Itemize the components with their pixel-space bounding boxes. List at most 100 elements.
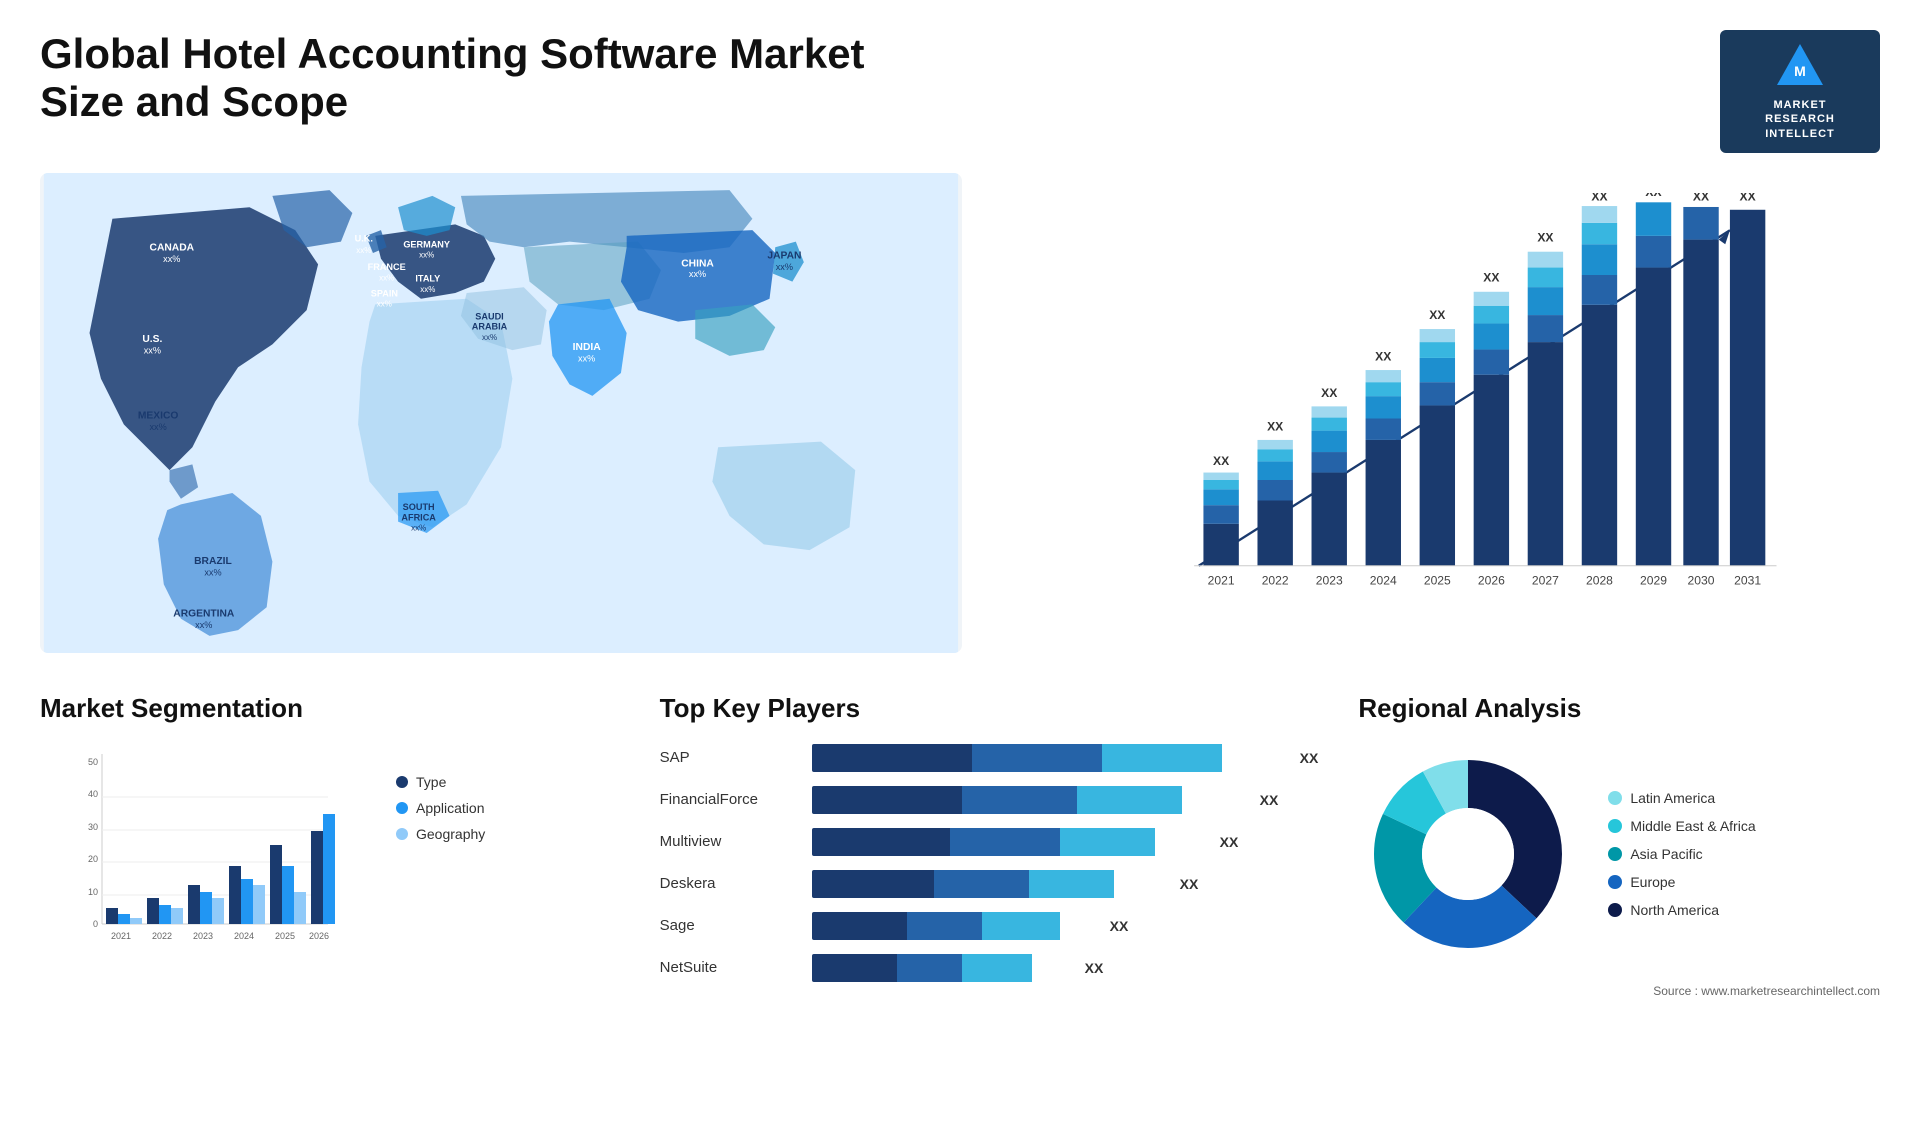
svg-text:SAUDI: SAUDI: [475, 311, 503, 321]
svg-text:xx%: xx%: [578, 353, 595, 363]
svg-text:INDIA: INDIA: [573, 342, 602, 353]
svg-text:xx%: xx%: [776, 262, 793, 272]
latin-america-dot: [1608, 791, 1622, 805]
player-val-ns: XX: [1085, 960, 1104, 976]
application-dot: [396, 802, 408, 814]
svg-text:2022: 2022: [152, 931, 172, 941]
svg-text:XX: XX: [1483, 270, 1499, 284]
svg-text:2030: 2030: [1687, 573, 1714, 587]
svg-text:M: M: [1794, 63, 1806, 79]
legend-asia-pacific: Asia Pacific: [1608, 846, 1755, 862]
players-list: SAP XX FinancialForce: [660, 744, 1319, 982]
regional-legend: Latin America Middle East & Africa Asia …: [1608, 790, 1755, 918]
world-map: CANADA xx% U.S. xx% MEXICO xx% BRAZIL xx…: [40, 173, 962, 653]
svg-text:AFRICA: AFRICA: [401, 512, 436, 522]
geography-label: Geography: [416, 826, 485, 842]
player-name-sg: Sage: [660, 917, 800, 934]
svg-text:XX: XX: [1591, 193, 1607, 203]
geography-dot: [396, 828, 408, 840]
svg-text:2026: 2026: [1478, 573, 1505, 587]
donut-chart-wrap: Latin America Middle East & Africa Asia …: [1358, 744, 1880, 964]
europe-dot: [1608, 875, 1622, 889]
svg-text:2023: 2023: [193, 931, 213, 941]
svg-text:xx%: xx%: [195, 620, 212, 630]
regional-title: Regional Analysis: [1358, 693, 1880, 724]
player-financialforce: FinancialForce XX: [660, 786, 1319, 814]
player-val-sap: XX: [1300, 750, 1319, 766]
player-bar-sap: XX: [812, 744, 1319, 772]
legend-geography: Geography: [396, 826, 485, 842]
player-bar-mv: XX: [812, 828, 1319, 856]
legend-europe: Europe: [1608, 874, 1755, 890]
svg-text:SPAIN: SPAIN: [371, 288, 398, 298]
svg-text:XX: XX: [1429, 308, 1445, 322]
svg-text:XX: XX: [1213, 454, 1229, 468]
svg-text:XX: XX: [1537, 230, 1553, 244]
player-netsuite: NetSuite XX: [660, 954, 1319, 982]
segmentation-legend: Type Application Geography: [396, 774, 485, 842]
svg-text:BRAZIL: BRAZIL: [194, 556, 232, 567]
player-val-sg: XX: [1110, 918, 1129, 934]
svg-text:10: 10: [88, 887, 98, 897]
svg-text:0: 0: [93, 919, 98, 929]
market-segmentation: Market Segmentation 0 10 20 30 40 50 60: [40, 693, 620, 998]
north-america-dot: [1608, 903, 1622, 917]
svg-text:2024: 2024: [1370, 573, 1397, 587]
player-val-dk: XX: [1180, 876, 1199, 892]
svg-text:30: 30: [88, 822, 98, 832]
player-name-ff: FinancialForce: [660, 791, 800, 808]
latin-america-label: Latin America: [1630, 790, 1715, 806]
svg-text:2026: 2026: [309, 931, 329, 941]
north-america-label: North America: [1630, 902, 1719, 918]
top-section: CANADA xx% U.S. xx% MEXICO xx% BRAZIL xx…: [40, 173, 1880, 653]
svg-text:2024: 2024: [234, 931, 254, 941]
svg-text:xx%: xx%: [144, 345, 161, 355]
player-deskera: Deskera XX: [660, 870, 1319, 898]
svg-text:U.S.: U.S.: [142, 334, 162, 345]
regional-analysis: Regional Analysis: [1358, 693, 1880, 998]
svg-text:U.K.: U.K.: [355, 233, 373, 243]
player-bar-ns: XX: [812, 954, 1319, 982]
player-sap: SAP XX: [660, 744, 1319, 772]
svg-text:xx%: xx%: [482, 333, 497, 342]
player-bar-ff: XX: [812, 786, 1319, 814]
legend-middle-east-africa: Middle East & Africa: [1608, 818, 1755, 834]
svg-text:GERMANY: GERMANY: [403, 239, 450, 249]
svg-text:40: 40: [88, 789, 98, 799]
mea-label: Middle East & Africa: [1630, 818, 1755, 834]
page-header: Global Hotel Accounting Software Market …: [40, 30, 1880, 153]
legend-north-america: North America: [1608, 902, 1755, 918]
svg-text:FRANCE: FRANCE: [368, 262, 406, 272]
player-bar-dk: XX: [812, 870, 1319, 898]
svg-text:2021: 2021: [1208, 573, 1235, 587]
key-players-title: Top Key Players: [660, 693, 1319, 724]
svg-text:ARGENTINA: ARGENTINA: [173, 608, 235, 619]
europe-label: Europe: [1630, 874, 1675, 890]
svg-text:xx%: xx%: [689, 269, 706, 279]
bottom-section: Market Segmentation 0 10 20 30 40 50 60: [40, 693, 1880, 998]
player-bar-sg: XX: [812, 912, 1319, 940]
legend-application: Application: [396, 800, 485, 816]
type-label: Type: [416, 774, 446, 790]
player-val-mv: XX: [1220, 834, 1239, 850]
svg-text:MEXICO: MEXICO: [138, 411, 179, 422]
svg-text:XX: XX: [1693, 193, 1709, 203]
svg-text:xx%: xx%: [377, 300, 392, 309]
asia-pacific-dot: [1608, 847, 1622, 861]
svg-text:XX: XX: [1321, 386, 1337, 400]
source-text: Source : www.marketresearchintellect.com: [1358, 984, 1880, 998]
player-multiview: Multiview XX: [660, 828, 1319, 856]
svg-text:xx%: xx%: [149, 422, 166, 432]
svg-text:2025: 2025: [275, 931, 295, 941]
svg-text:xx%: xx%: [420, 285, 435, 294]
svg-text:XX: XX: [1267, 420, 1283, 434]
svg-text:2031: 2031: [1734, 573, 1761, 587]
svg-text:XX: XX: [1739, 193, 1755, 203]
svg-text:XX: XX: [1645, 193, 1661, 199]
application-label: Application: [416, 800, 485, 816]
svg-text:xx%: xx%: [204, 567, 221, 577]
logo: M MARKET RESEARCH INTELLECT: [1720, 30, 1880, 153]
asia-pacific-label: Asia Pacific: [1630, 846, 1702, 862]
page-title: Global Hotel Accounting Software Market …: [40, 30, 940, 126]
svg-text:2027: 2027: [1532, 573, 1559, 587]
